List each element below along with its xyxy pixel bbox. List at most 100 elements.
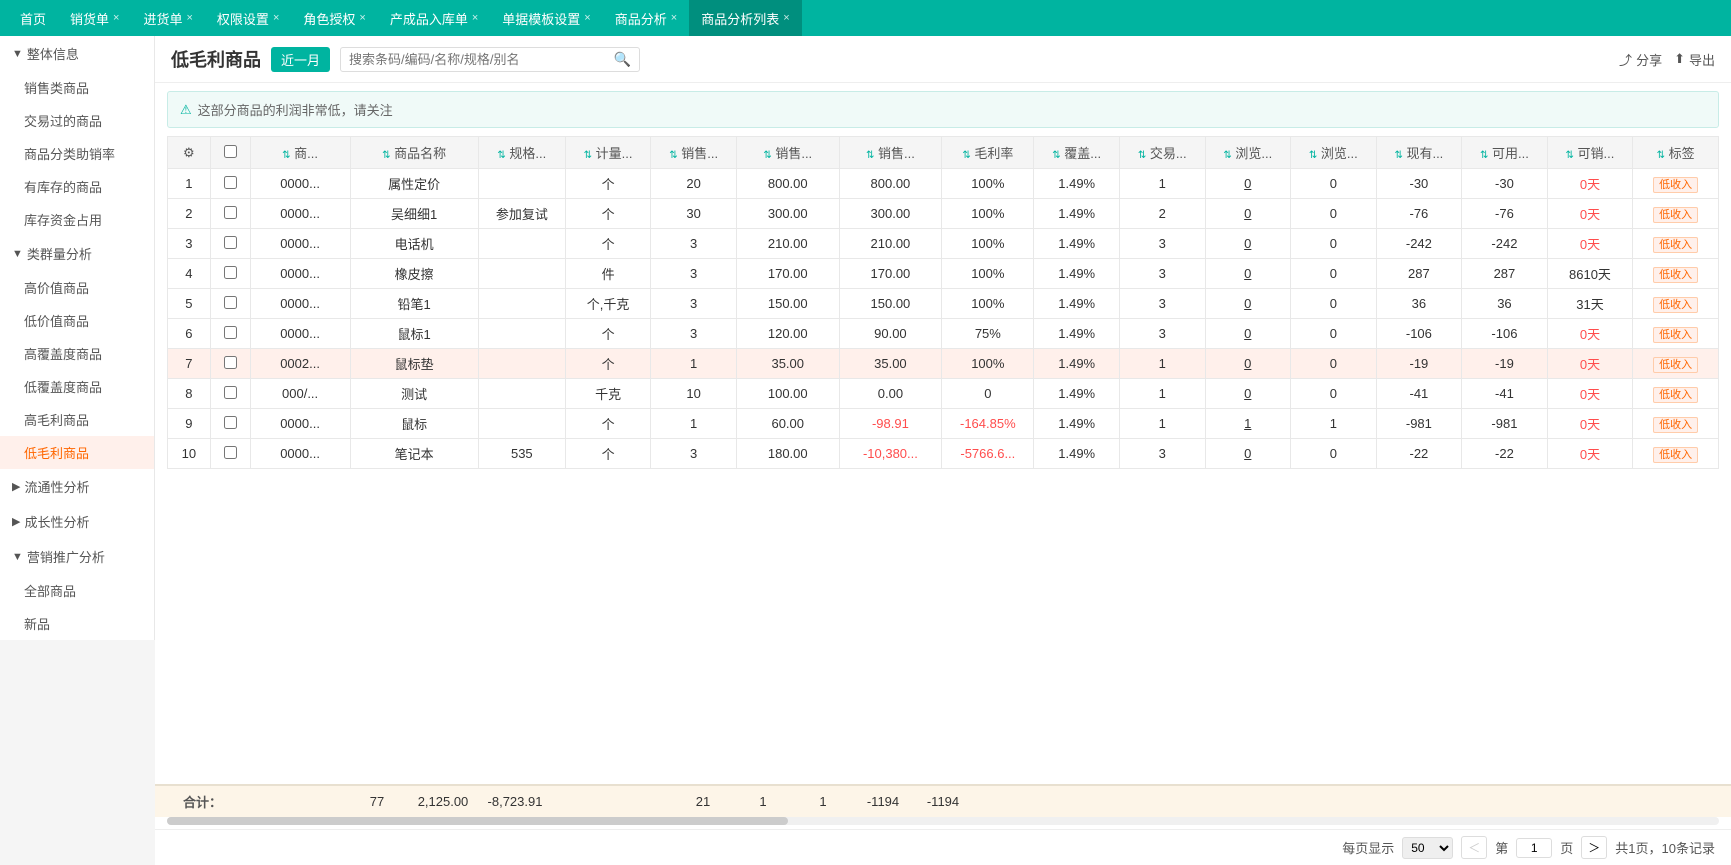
nav-home[interactable]: 首页 (8, 0, 58, 36)
col-tag[interactable]: ⇅ 标签 (1633, 137, 1719, 169)
close-icon[interactable]: × (584, 12, 590, 24)
col-spec[interactable]: ⇅ 规格... (478, 137, 565, 169)
per-page-select[interactable]: 50 100 200 (1402, 837, 1453, 859)
row-checkbox[interactable] (224, 236, 237, 249)
cell-browse1[interactable]: 0 (1205, 379, 1291, 409)
cell-unit: 个 (565, 349, 651, 379)
cell-sale-count: 3 (651, 289, 737, 319)
close-icon[interactable]: × (472, 12, 478, 24)
sidebar-group-overall[interactable]: ▼ 整体信息 (0, 36, 154, 71)
page-input[interactable] (1516, 838, 1552, 858)
nav-product-warehouse[interactable]: 产成品入库单× (378, 0, 490, 36)
row-checkbox[interactable] (224, 296, 237, 309)
cell-checkbox[interactable] (210, 319, 250, 349)
close-icon[interactable]: × (273, 12, 279, 24)
cell-checkbox[interactable] (210, 379, 250, 409)
cell-browse1[interactable]: 1 (1205, 409, 1291, 439)
scrollbar-thumb[interactable] (167, 817, 788, 825)
nav-purchase-order[interactable]: 进货单× (131, 0, 204, 36)
col-code[interactable]: ⇅ 商... (250, 137, 350, 169)
cell-checkbox[interactable] (210, 169, 250, 199)
cell-browse1[interactable]: 0 (1205, 349, 1291, 379)
row-checkbox[interactable] (224, 386, 237, 399)
sidebar-item-low-value[interactable]: 低价值商品 (0, 304, 154, 337)
cell-unit: 个 (565, 169, 651, 199)
sidebar-item-stock-products[interactable]: 有库存的商品 (0, 170, 154, 203)
nav-product-analysis[interactable]: 商品分析× (603, 0, 689, 36)
sidebar-item-high-margin[interactable]: 高毛利商品 (0, 403, 154, 436)
close-icon[interactable]: × (671, 12, 677, 24)
col-name[interactable]: ⇅ 商品名称 (350, 137, 478, 169)
col-available[interactable]: ⇅ 可用... (1462, 137, 1548, 169)
close-icon[interactable]: × (359, 12, 365, 24)
col-unit[interactable]: ⇅ 计量... (565, 137, 651, 169)
col-browse1[interactable]: ⇅ 浏览... (1205, 137, 1291, 169)
close-icon[interactable]: × (186, 12, 192, 24)
col-sale-profit[interactable]: ⇅ 销售... (839, 137, 942, 169)
search-icon[interactable]: 🔍 (614, 51, 631, 68)
cell-browse1[interactable]: 0 (1205, 319, 1291, 349)
cell-checkbox[interactable] (210, 229, 250, 259)
cell-browse1[interactable]: 0 (1205, 229, 1291, 259)
time-filter-button[interactable]: 近一月 (271, 47, 330, 72)
cell-browse1[interactable]: 0 (1205, 289, 1291, 319)
cell-browse1[interactable]: 0 (1205, 259, 1291, 289)
sidebar-group-marketing[interactable]: ▼ 营销推广分析 (0, 539, 154, 574)
sidebar-item-low-margin[interactable]: 低毛利商品 (0, 436, 154, 469)
sidebar-item-high-value[interactable]: 高价值商品 (0, 271, 154, 304)
sidebar-item-category-rate[interactable]: 商品分类助销率 (0, 137, 154, 170)
cell-checkbox[interactable] (210, 199, 250, 229)
sidebar-group-growth[interactable]: ▶ 成长性分析 (0, 504, 154, 539)
search-input[interactable] (349, 52, 614, 67)
nav-role-auth[interactable]: 角色授权× (291, 0, 377, 36)
cell-browse1[interactable]: 0 (1205, 439, 1291, 469)
col-sale-days[interactable]: ⇅ 可销... (1547, 137, 1633, 169)
select-all-checkbox[interactable] (224, 145, 237, 158)
sidebar-group-liquidity[interactable]: ▶ 流通性分析 (0, 469, 154, 504)
nav-template-settings[interactable]: 单据模板设置× (490, 0, 602, 36)
cell-checkbox[interactable] (210, 349, 250, 379)
row-checkbox[interactable] (224, 176, 237, 189)
sidebar-item-high-coverage[interactable]: 高覆盖度商品 (0, 337, 154, 370)
row-checkbox[interactable] (224, 416, 237, 429)
sidebar-group-cluster[interactable]: ▼ 类群量分析 (0, 236, 154, 271)
horizontal-scrollbar[interactable] (167, 817, 1719, 825)
cell-checkbox[interactable] (210, 259, 250, 289)
col-sale-amount[interactable]: ⇅ 销售... (736, 137, 839, 169)
sidebar-item-new-products[interactable]: 新品 (0, 607, 154, 640)
row-checkbox[interactable] (224, 356, 237, 369)
col-checkbox[interactable] (210, 137, 250, 169)
col-trade-count[interactable]: ⇅ 交易... (1119, 137, 1205, 169)
export-button[interactable]: ⬆ 导出 (1674, 50, 1715, 69)
cell-browse1[interactable]: 0 (1205, 169, 1291, 199)
close-icon[interactable]: × (783, 12, 789, 24)
nav-product-analysis-list[interactable]: 商品分析列表× (689, 0, 801, 36)
sidebar-item-sales-products[interactable]: 销售类商品 (0, 71, 154, 104)
sidebar-item-stock-capital[interactable]: 库存资金占用 (0, 203, 154, 236)
table-container[interactable]: ⚙ ⇅ 商... ⇅ 商品名称 ⇅ 规格... ⇅ 计量... (155, 136, 1731, 784)
cell-spec: 参加复试 (478, 199, 565, 229)
col-cover-rate[interactable]: ⇅ 覆盖... (1034, 137, 1120, 169)
nav-sales-order[interactable]: 销货单× (58, 0, 131, 36)
next-page-button[interactable]: ＞ (1581, 836, 1607, 859)
col-gross-rate[interactable]: ⇅ 毛利率 (942, 137, 1034, 169)
cell-browse1[interactable]: 0 (1205, 199, 1291, 229)
sidebar-item-low-coverage[interactable]: 低覆盖度商品 (0, 370, 154, 403)
col-sale-count[interactable]: ⇅ 销售... (651, 137, 737, 169)
share-button[interactable]: ⤴ 分享 (1619, 50, 1662, 69)
nav-permission[interactable]: 权限设置× (205, 0, 291, 36)
col-current[interactable]: ⇅ 现有... (1376, 137, 1462, 169)
sidebar-item-traded-products[interactable]: 交易过的商品 (0, 104, 154, 137)
col-settings[interactable]: ⚙ (168, 137, 211, 169)
col-browse2[interactable]: ⇅ 浏览... (1291, 137, 1377, 169)
cell-checkbox[interactable] (210, 439, 250, 469)
close-icon[interactable]: × (113, 12, 119, 24)
cell-checkbox[interactable] (210, 289, 250, 319)
row-checkbox[interactable] (224, 326, 237, 339)
row-checkbox[interactable] (224, 206, 237, 219)
row-checkbox[interactable] (224, 266, 237, 279)
row-checkbox[interactable] (224, 446, 237, 459)
sidebar-item-all-products[interactable]: 全部商品 (0, 574, 154, 607)
cell-checkbox[interactable] (210, 409, 250, 439)
prev-page-button[interactable]: ＜ (1461, 836, 1487, 859)
